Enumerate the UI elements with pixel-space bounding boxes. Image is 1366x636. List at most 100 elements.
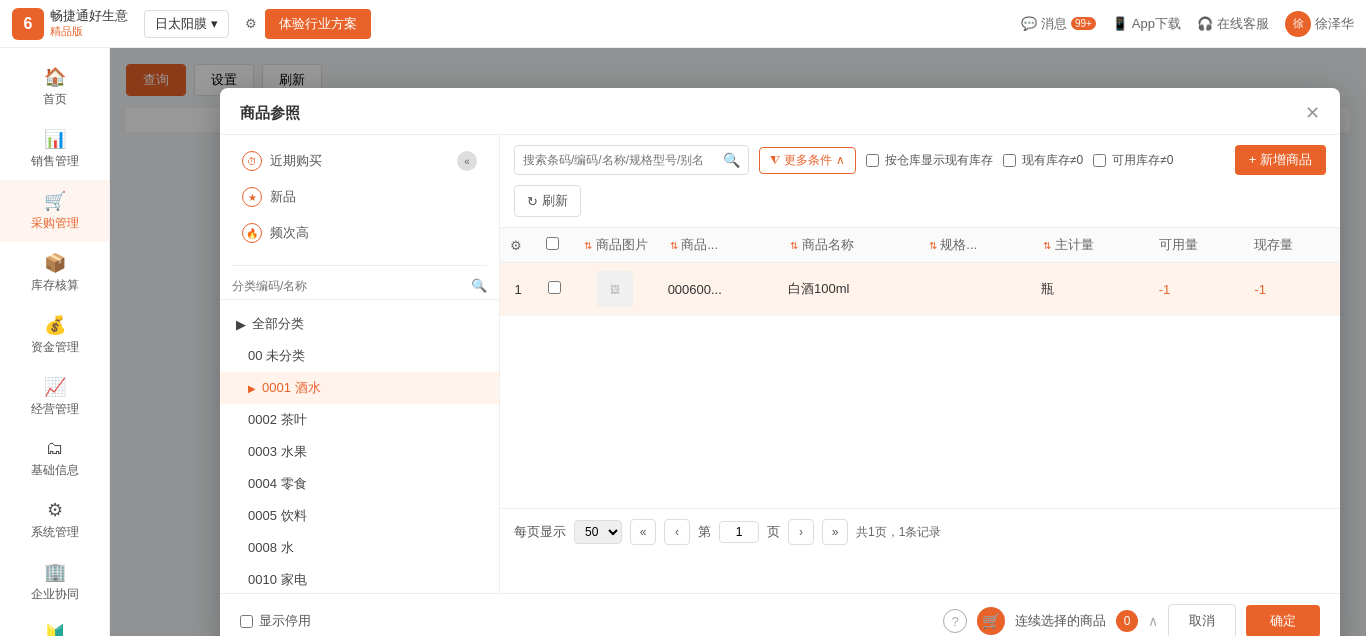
category-item-water[interactable]: 0008 水 (220, 532, 499, 564)
quick-recent[interactable]: ⏱ 近期购买 « (232, 145, 487, 177)
category-item-beverage[interactable]: 0005 饮料 (220, 500, 499, 532)
last-page-button[interactable]: » (822, 519, 848, 545)
category-item-appliance[interactable]: 0010 家电 (220, 564, 499, 593)
table-head: ⚙ ⇅ 商品图片 (500, 228, 1340, 263)
page-size-select[interactable]: 50 (574, 520, 622, 544)
sidebar-item-inventory[interactable]: 📦 库存核算 (0, 242, 109, 304)
user-area[interactable]: 徐 徐泽华 (1285, 11, 1354, 37)
row-image: 🖼 (572, 263, 658, 316)
more-filter-button[interactable]: ⧨ 更多条件 ∧ (759, 147, 856, 174)
sidebar-item-home[interactable]: 🏠 首页 (0, 56, 109, 118)
prev-page-button[interactable]: ‹ (664, 519, 690, 545)
quick-access: ⏱ 近期购买 « ★ 新品 🔥 频次高 (220, 135, 499, 259)
clock-icon: ⏱ (242, 151, 262, 171)
sidebar-item-sales[interactable]: 📊 销售管理 (0, 118, 109, 180)
quick-frequent[interactable]: 🔥 频次高 (232, 217, 487, 249)
refresh-product-button[interactable]: ↻ 刷新 (514, 185, 581, 217)
sidebar-item-finance[interactable]: 💰 资金管理 (0, 304, 109, 366)
product-table-area: ⚙ ⇅ 商品图片 (500, 228, 1340, 593)
sidebar-item-purchase[interactable]: 🛒 采购管理 (0, 180, 109, 242)
system-icon: ⚙ (47, 499, 63, 521)
sidebar: 🏠 首页 📊 销售管理 🛒 采购管理 📦 库存核算 💰 资金管理 📈 经营管理 … (0, 48, 110, 636)
operations-icon: 📈 (44, 376, 66, 398)
category-search-area: 🔍 (220, 272, 499, 300)
modal-toolbar: 🔍 ⧨ 更多条件 ∧ 按仓库显示现有库存 (500, 135, 1340, 228)
sort-icon-unit: ⇅ (1043, 240, 1051, 251)
product-search-input[interactable] (515, 153, 715, 167)
category-item-all[interactable]: ▶ 全部分类 (220, 308, 499, 340)
row-name: 白酒100ml (778, 263, 917, 316)
cart-icon[interactable]: 🛒 (977, 607, 1005, 635)
category-item-snack[interactable]: 0004 零食 (220, 468, 499, 500)
next-page-button[interactable]: › (788, 519, 814, 545)
chevron-down-icon: ▾ (211, 16, 218, 31)
row-check[interactable] (536, 263, 572, 316)
add-product-button[interactable]: + 新增商品 (1235, 145, 1326, 175)
row-available: -1 (1149, 263, 1245, 316)
col-check (536, 228, 572, 263)
check-usable-checkbox[interactable] (1093, 154, 1106, 167)
col-available-header: 可用量 (1149, 228, 1245, 263)
product-search-button[interactable]: 🔍 (715, 146, 748, 174)
col-settings[interactable]: ⚙ (500, 228, 536, 263)
chevron-up-icon[interactable]: ∧ (1148, 613, 1158, 629)
fire-icon: 🔥 (242, 223, 262, 243)
row-code: 000600... (658, 263, 778, 316)
sidebar-item-guide[interactable]: 🔰 新手引导 (0, 613, 109, 636)
cart-count: 0 (1116, 610, 1138, 632)
table-row[interactable]: 1 🖼 (500, 263, 1340, 316)
app-download[interactable]: 📱 App下载 (1112, 15, 1181, 33)
category-item-fruit[interactable]: 0003 水果 (220, 436, 499, 468)
experience-button[interactable]: 体验行业方案 (265, 9, 371, 39)
first-page-button[interactable]: « (630, 519, 656, 545)
check-available-checkbox[interactable] (1003, 154, 1016, 167)
messages-area[interactable]: 💬 消息 99+ (1021, 15, 1096, 33)
nav-dropdown[interactable]: 日太阳膜 ▾ (144, 10, 229, 38)
headset-icon: 🎧 (1197, 16, 1213, 31)
sidebar-item-system[interactable]: ⚙ 系统管理 (0, 489, 109, 551)
col-stock-header: 现存量 (1244, 228, 1340, 263)
page-number-input[interactable] (719, 521, 759, 543)
collapse-button[interactable]: « (457, 151, 477, 171)
row-stock: -1 (1244, 263, 1340, 316)
top-nav: 6 畅捷通好生意 精品版 日太阳膜 ▾ ⚙ 体验行业方案 💬 消息 99+ 📱 … (0, 0, 1366, 48)
check-usable-label[interactable]: 可用库存≠0 (1093, 152, 1173, 169)
confirm-button[interactable]: 确定 (1246, 605, 1320, 636)
show-disabled-label[interactable]: 显示停用 (240, 612, 311, 630)
inventory-icon: 📦 (44, 252, 66, 274)
main-content: 查询 设置 刷新 商品参照 ✕ ⏱ 近期购 (110, 48, 1366, 636)
category-search-icon[interactable]: 🔍 (471, 278, 487, 293)
product-table: ⚙ ⇅ 商品图片 (500, 228, 1340, 316)
app-layout: 🏠 首页 📊 销售管理 🛒 采购管理 📦 库存核算 💰 资金管理 📈 经营管理 … (0, 48, 1366, 636)
col-code-header: ⇅ 商品... (658, 228, 778, 263)
sidebar-item-basic-info[interactable]: 🗂 基础信息 (0, 428, 109, 489)
phone-icon: 📱 (1112, 16, 1128, 31)
cancel-button[interactable]: 取消 (1168, 604, 1236, 636)
avatar: 徐 (1285, 11, 1311, 37)
category-item-liquor[interactable]: ▶ 0001 酒水 (220, 372, 499, 404)
check-stock-checkbox[interactable] (866, 154, 879, 167)
row-unit: 瓶 (1031, 263, 1149, 316)
category-tree: ▶ 全部分类 00 未分类 ▶ 0001 酒水 0002 茶叶 (220, 300, 499, 593)
help-icon[interactable]: ? (943, 609, 967, 633)
table-body: 1 🖼 (500, 263, 1340, 316)
show-disabled-checkbox[interactable] (240, 615, 253, 628)
select-all-checkbox[interactable] (546, 237, 559, 250)
sidebar-item-enterprise[interactable]: 🏢 企业协同 (0, 551, 109, 613)
category-search-input[interactable] (232, 279, 465, 293)
modal-close-button[interactable]: ✕ (1305, 102, 1320, 124)
category-item-uncategorized[interactable]: 00 未分类 (220, 340, 499, 372)
quick-new[interactable]: ★ 新品 (232, 181, 487, 213)
gear-icon[interactable]: ⚙ (237, 10, 265, 38)
enterprise-icon: 🏢 (44, 561, 66, 583)
pagination: 每页显示 50 « ‹ 第 页 › » 共1页，1条记录 (500, 508, 1340, 555)
refresh-icon: ↻ (527, 194, 538, 209)
sidebar-item-operations[interactable]: 📈 经营管理 (0, 366, 109, 428)
category-item-tea[interactable]: 0002 茶叶 (220, 404, 499, 436)
message-icon: 💬 (1021, 16, 1037, 31)
check-available-label[interactable]: 现有库存≠0 (1003, 152, 1083, 169)
check-stock-label[interactable]: 按仓库显示现有库存 (866, 152, 993, 169)
cart-text: 连续选择的商品 (1015, 612, 1106, 630)
online-service[interactable]: 🎧 在线客服 (1197, 15, 1269, 33)
row-checkbox[interactable] (548, 281, 561, 294)
